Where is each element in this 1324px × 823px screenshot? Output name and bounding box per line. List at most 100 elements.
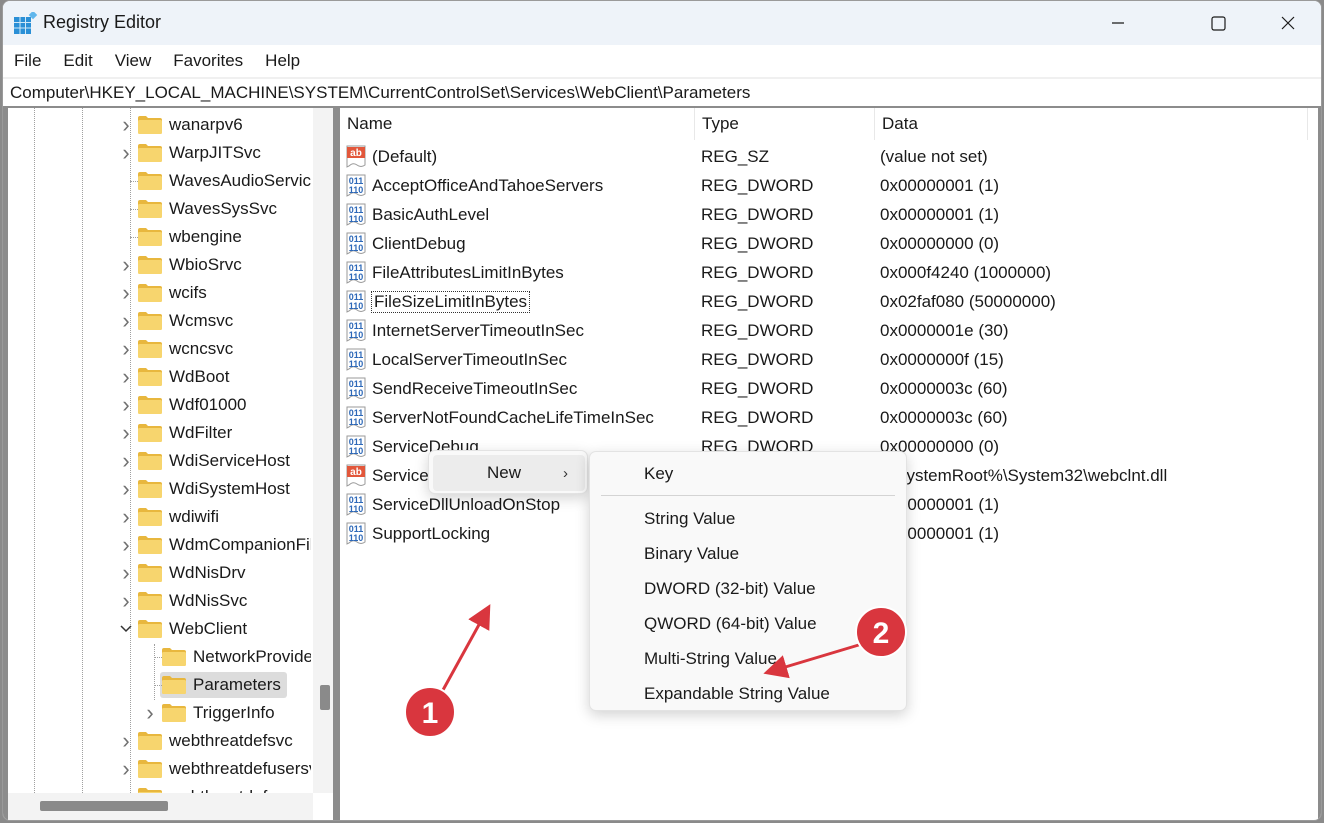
submenu-dword-value[interactable]: DWORD (32-bit) Value [590, 571, 906, 606]
tree-item[interactable]: › WdFilter [116, 419, 238, 447]
value-data: (value not set) [880, 146, 988, 166]
column-header-data[interactable]: Data [875, 108, 1308, 140]
chevron-right-icon[interactable]: › [116, 503, 136, 531]
chevron-right-icon[interactable]: › [116, 111, 136, 139]
svg-text:110: 110 [349, 359, 364, 369]
maximize-button[interactable] [1183, 1, 1253, 45]
tree-vertical-scrollbar[interactable] [313, 108, 333, 793]
submenu-multi-string-value[interactable]: Multi-String Value [590, 641, 906, 676]
tree-item[interactable]: NetworkProvider [140, 643, 311, 671]
chevron-right-icon[interactable]: › [116, 391, 136, 419]
value-row[interactable]: 011 110 LocalServerTimeoutInSec REG_DWORD 0x… [340, 345, 1318, 374]
address-bar[interactable]: Computer\HKEY_LOCAL_MACHINE\SYSTEM\Curre… [3, 77, 1321, 106]
chevron-right-icon[interactable]: › [116, 783, 136, 793]
value-row[interactable]: 011 110 InternetServerTimeoutInSec REG_DWOR… [340, 316, 1318, 345]
chevron-right-icon[interactable]: › [116, 447, 136, 475]
tree-item[interactable]: wbengine [116, 223, 248, 251]
tree-item-content: TriggerInfo [160, 700, 281, 726]
close-icon [1281, 16, 1295, 30]
tree-item[interactable]: WebClient [116, 615, 253, 643]
tree-item[interactable]: › TriggerInfo [140, 699, 281, 727]
chevron-right-icon[interactable]: › [116, 251, 136, 279]
submenu-binary-value[interactable]: Binary Value [590, 536, 906, 571]
folder-icon [138, 256, 162, 274]
tree-item[interactable]: › WdiSystemHost [116, 475, 296, 503]
folder-icon [138, 312, 162, 330]
tree-item[interactable]: › WdmCompanionFilter [116, 531, 311, 559]
value-row[interactable]: 011 110 SendReceiveTimeoutInSec REG_DWORD 0x… [340, 374, 1318, 403]
binary-value-icon: 011 110 [345, 435, 367, 459]
chevron-right-icon[interactable]: › [116, 475, 136, 503]
tree-item[interactable]: › WdBoot [116, 363, 235, 391]
value-type: REG_DWORD [701, 175, 814, 195]
svg-text:110: 110 [349, 388, 364, 398]
tree-horizontal-scroll-thumb[interactable] [40, 801, 168, 811]
value-row[interactable]: 011 110 BasicAuthLevel REG_DWORD 0x00000001 … [340, 200, 1318, 229]
tree-item[interactable]: WavesAudioService [116, 167, 311, 195]
value-name-cell: 011 110 ClientDebug [340, 232, 695, 256]
key-tree-pane: › wanarpv6 › WarpJITSvc WavesAudioService Wav… [8, 108, 333, 820]
menu-help[interactable]: Help [265, 51, 300, 71]
chevron-right-icon[interactable]: › [116, 727, 136, 755]
tree-item-label: wcncsvc [169, 339, 234, 358]
tree-item[interactable]: › Wdf01000 [116, 391, 253, 419]
value-row[interactable]: ab (Default) REG_SZ (value not set) [340, 142, 1318, 171]
tree-item[interactable]: › WarpJITSvc [116, 139, 267, 167]
tree-item-label: WdiServiceHost [169, 451, 290, 470]
folder-icon [138, 396, 162, 414]
value-name: ServerNotFoundCacheLifeTimeInSec [372, 407, 654, 427]
value-name: InternetServerTimeoutInSec [372, 320, 584, 340]
chevron-down-icon[interactable] [116, 615, 136, 643]
chevron-right-icon[interactable]: › [116, 139, 136, 167]
column-header-name[interactable]: Name [340, 108, 695, 140]
tree-horizontal-scrollbar[interactable] [8, 793, 313, 820]
value-row[interactable]: 011 110 FileAttributesLimitInBytes REG_DWOR… [340, 258, 1318, 287]
tree-vertical-scroll-thumb[interactable] [320, 685, 330, 710]
tree-item[interactable]: › wdiwifi [116, 503, 225, 531]
chevron-right-icon[interactable]: › [116, 755, 136, 783]
submenu-string-value[interactable]: String Value [590, 501, 906, 536]
chevron-right-icon[interactable]: › [140, 699, 160, 727]
value-name-cell: 011 110 FileSizeLimitInBytes [340, 290, 695, 314]
tree-item[interactable]: › Wcmsvc [116, 307, 239, 335]
value-type: REG_DWORD [701, 378, 814, 398]
submenu-qword-value[interactable]: QWORD (64-bit) Value [590, 606, 906, 641]
close-button[interactable] [1253, 1, 1321, 45]
tree-item-content: wbengine [136, 224, 248, 250]
chevron-right-icon[interactable]: › [116, 335, 136, 363]
menu-favorites[interactable]: Favorites [173, 51, 243, 71]
address-path: Computer\HKEY_LOCAL_MACHINE\SYSTEM\Curre… [10, 82, 751, 102]
menu-file[interactable]: File [14, 51, 41, 71]
menu-edit[interactable]: Edit [63, 51, 92, 71]
chevron-right-icon[interactable]: › [116, 587, 136, 615]
submenu-key[interactable]: Key [590, 456, 906, 491]
tree-item[interactable]: › WbioSrvc [116, 251, 248, 279]
tree-item[interactable]: › wcifs [116, 279, 213, 307]
value-row[interactable]: 011 110 FileSizeLimitInBytes REG_DWORD 0x02f… [340, 287, 1318, 316]
tree-item[interactable]: › webthreatdefusersvc_ [116, 783, 311, 793]
tree-item[interactable]: › webthreatdefusersvc [116, 755, 311, 783]
chevron-right-icon[interactable]: › [116, 363, 136, 391]
value-row[interactable]: 011 110 AcceptOfficeAndTahoeServers REG_DWO… [340, 171, 1318, 200]
tree-item[interactable]: › webthreatdefsvc [116, 727, 299, 755]
menu-view[interactable]: View [115, 51, 152, 71]
context-menu-new[interactable]: New › [433, 455, 585, 491]
binary-value-icon: 011 110 [345, 232, 367, 256]
tree-item[interactable]: WavesSysSvc [116, 195, 283, 223]
chevron-right-icon[interactable]: › [116, 559, 136, 587]
chevron-right-icon[interactable]: › [116, 279, 136, 307]
tree-item[interactable]: › wcncsvc [116, 335, 239, 363]
value-row[interactable]: 011 110 ClientDebug REG_DWORD 0x00000000 (0) [340, 229, 1318, 258]
chevron-right-icon[interactable]: › [116, 419, 136, 447]
column-header-type[interactable]: Type [695, 108, 875, 140]
tree-item[interactable]: › WdiServiceHost [116, 447, 296, 475]
minimize-button[interactable] [1083, 1, 1153, 45]
chevron-right-icon[interactable]: › [116, 531, 136, 559]
chevron-right-icon[interactable]: › [116, 307, 136, 335]
submenu-expandable-string-value[interactable]: Expandable String Value [590, 676, 906, 711]
tree-item[interactable]: › WdNisSvc [116, 587, 253, 615]
tree-item[interactable]: Parameters [140, 671, 287, 699]
tree-item[interactable]: › wanarpv6 [116, 111, 249, 139]
value-row[interactable]: 011 110 ServerNotFoundCacheLifeTimeInSec RE… [340, 403, 1318, 432]
tree-item[interactable]: › WdNisDrv [116, 559, 252, 587]
